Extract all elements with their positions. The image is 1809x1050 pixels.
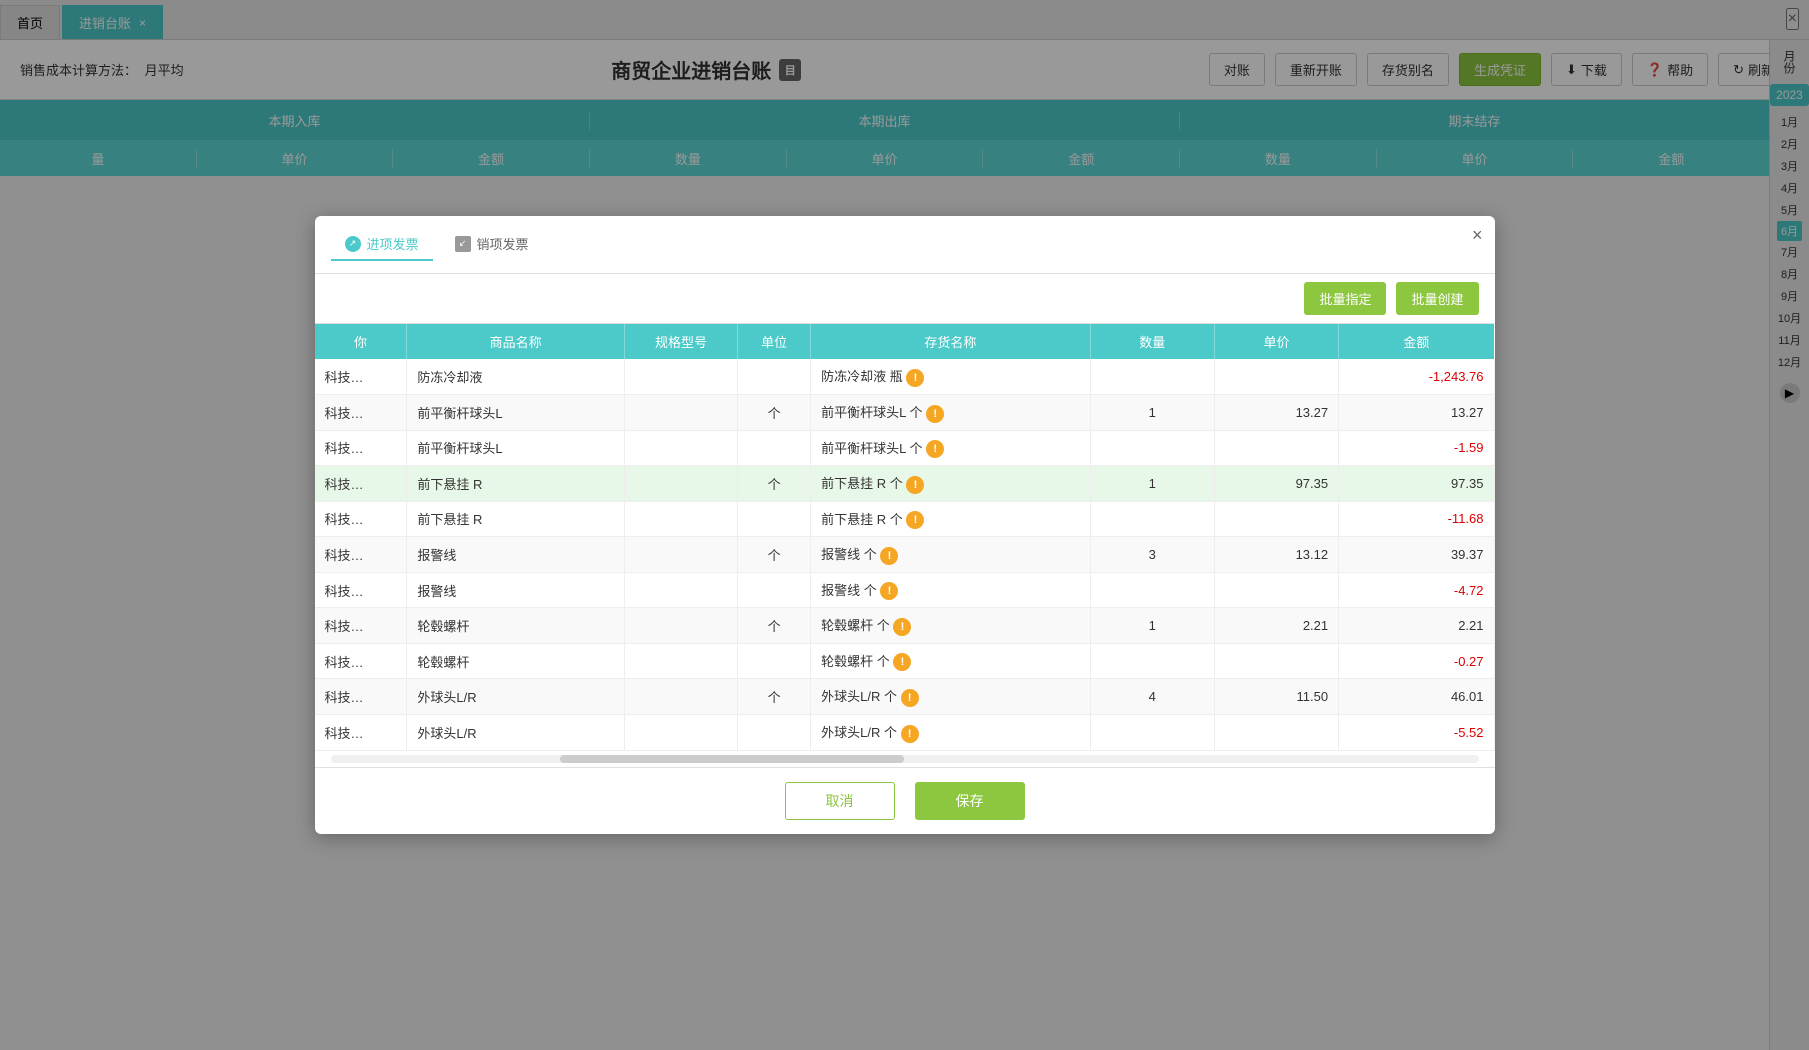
save-button[interactable]: 保存	[915, 782, 1025, 820]
th-inventory: 存货名称	[811, 324, 1091, 359]
table-row[interactable]: 科技…轮毂螺杆轮毂螺杆 个 !-0.27	[315, 643, 1495, 679]
table-row[interactable]: 科技…报警线报警线 个 !-4.72	[315, 572, 1495, 608]
th-price: 单价	[1214, 324, 1338, 359]
modal-footer: 取消 保存	[315, 767, 1495, 834]
invoice-in-icon: ↗	[345, 236, 361, 252]
app-container: 首页 进销台账 × × 销售成本计算方法： 月平均 商贸企业进销台账 目 对账 …	[0, 0, 1809, 1050]
th-qty: 数量	[1090, 324, 1214, 359]
warning-icon: !	[901, 725, 919, 743]
modal-dialog: ↗ 进项发票 ↙ 销项发票 × 批量指定 批量创建	[315, 216, 1495, 833]
th-col1: 你	[315, 324, 407, 359]
cancel-button[interactable]: 取消	[785, 782, 895, 820]
warning-icon: !	[880, 547, 898, 565]
table-row[interactable]: 科技…报警线个报警线 个 !313.1239.37	[315, 537, 1495, 573]
modal-table-wrapper: 你 商品名称 规格型号 单位 存货名称 数量 单价 金额 科技…防冻冷却液防冻冷…	[315, 324, 1495, 750]
scrollbar-thumb	[560, 755, 904, 763]
modal-toolbar: 批量指定 批量创建	[315, 274, 1495, 324]
warning-icon: !	[906, 511, 924, 529]
warning-icon: !	[926, 405, 944, 423]
modal-close-button[interactable]: ×	[1472, 226, 1483, 244]
batch-assign-button[interactable]: 批量指定	[1304, 282, 1386, 315]
warning-icon: !	[906, 369, 924, 387]
modal-table: 你 商品名称 规格型号 单位 存货名称 数量 单价 金额 科技…防冻冷却液防冻冷…	[315, 324, 1495, 750]
table-row[interactable]: 科技…前平衡杆球头L个前平衡杆球头L 个 !113.2713.27	[315, 394, 1495, 430]
th-spec: 规格型号	[624, 324, 737, 359]
table-row[interactable]: 科技…前下悬挂 R个前下悬挂 R 个 !197.3597.35	[315, 466, 1495, 502]
warning-icon: !	[880, 582, 898, 600]
tab-invoice-out[interactable]: ↙ 销项发票	[441, 228, 543, 261]
warning-icon: !	[906, 476, 924, 494]
table-row[interactable]: 科技…前平衡杆球头L前平衡杆球头L 个 !-1.59	[315, 430, 1495, 466]
warning-icon: !	[893, 618, 911, 636]
modal-header: ↗ 进项发票 ↙ 销项发票 ×	[315, 216, 1495, 274]
th-amount: 金额	[1339, 324, 1494, 359]
th-product-name: 商品名称	[407, 324, 624, 359]
warning-icon: !	[893, 653, 911, 671]
invoice-out-icon: ↙	[455, 236, 471, 252]
table-row[interactable]: 科技…前下悬挂 R前下悬挂 R 个 !-11.68	[315, 501, 1495, 537]
th-unit: 单位	[738, 324, 811, 359]
batch-create-button[interactable]: 批量创建	[1396, 282, 1478, 315]
table-row[interactable]: 科技…防冻冷却液防冻冷却液 瓶 !-1,243.76	[315, 359, 1495, 394]
modal-overlay: ↗ 进项发票 ↙ 销项发票 × 批量指定 批量创建	[0, 0, 1809, 1050]
tab-invoice-in[interactable]: ↗ 进项发票	[331, 228, 433, 261]
table-row[interactable]: 科技…外球头L/R外球头L/R 个 !-5.52	[315, 715, 1495, 751]
warning-icon: !	[926, 440, 944, 458]
table-row[interactable]: 科技…外球头L/R个外球头L/R 个 !411.5046.01	[315, 679, 1495, 715]
horizontal-scrollbar[interactable]	[331, 755, 1479, 763]
warning-icon: !	[901, 689, 919, 707]
table-row[interactable]: 科技…轮毂螺杆个轮毂螺杆 个 !12.212.21	[315, 608, 1495, 644]
